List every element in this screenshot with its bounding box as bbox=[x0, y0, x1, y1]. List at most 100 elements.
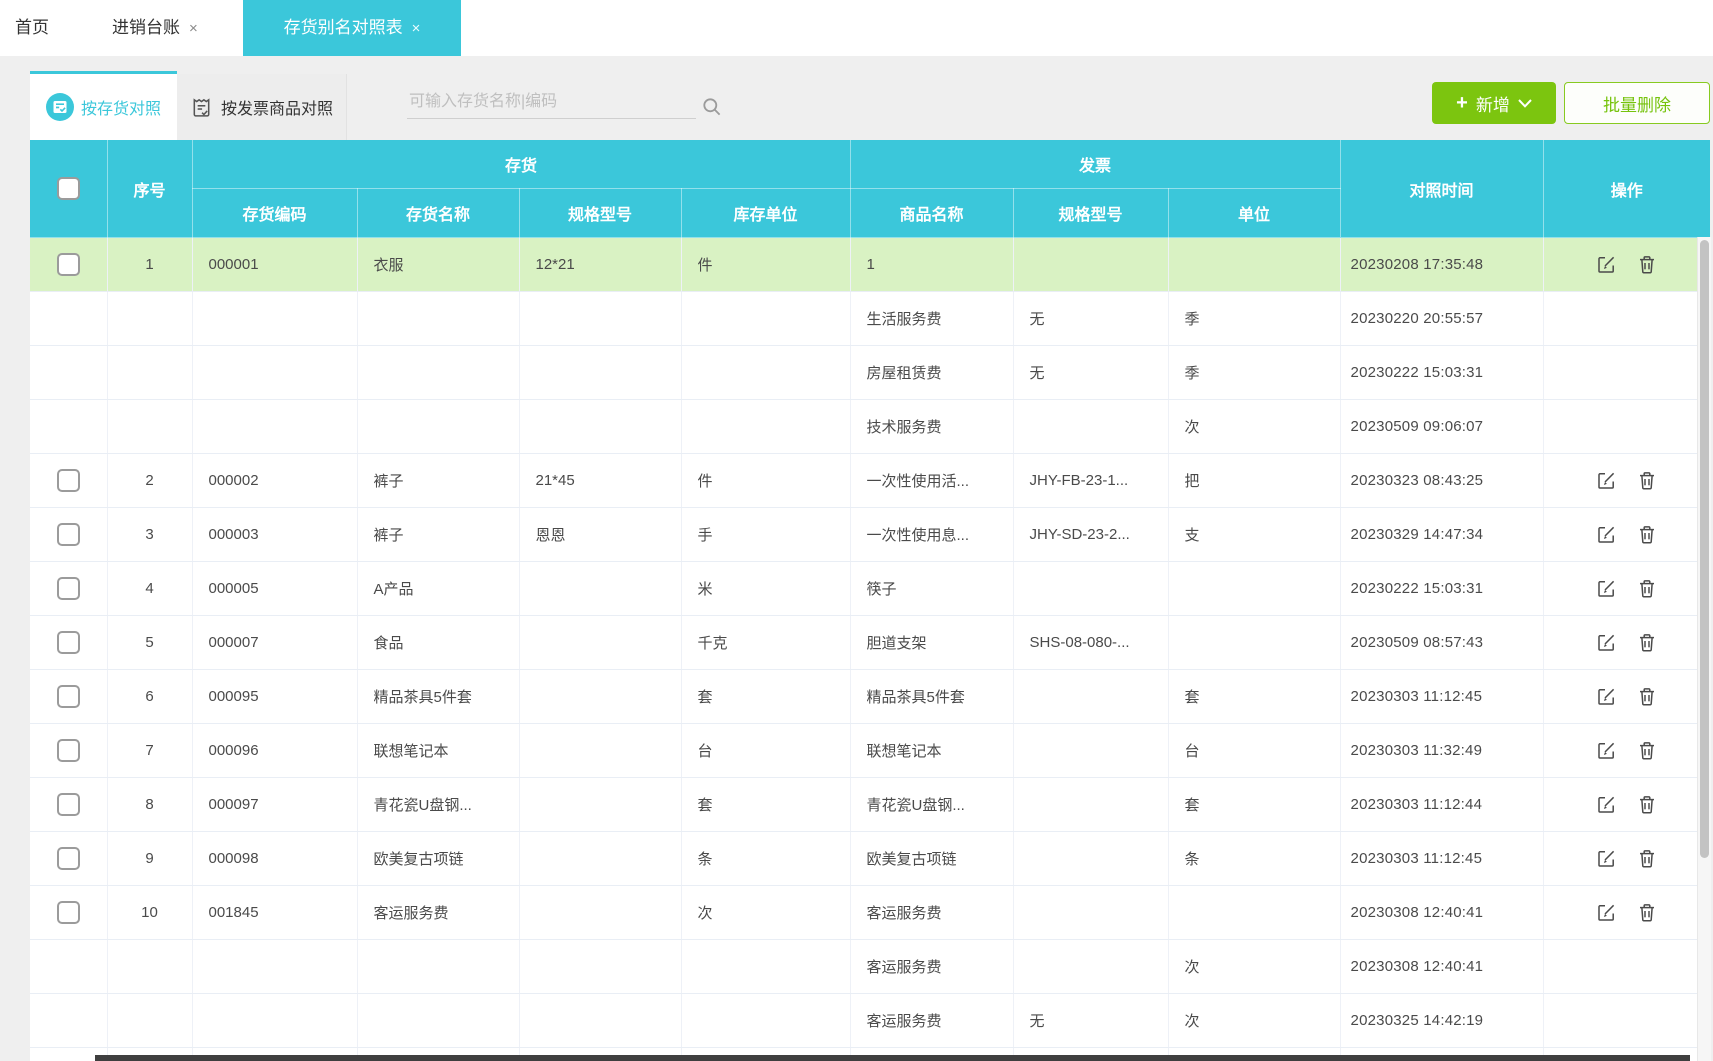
cell-product-spec: JHY-FB-23-1... bbox=[1013, 453, 1169, 508]
edit-icon[interactable] bbox=[1597, 795, 1616, 814]
delete-icon[interactable] bbox=[1638, 471, 1656, 490]
plus-icon: + bbox=[1456, 91, 1468, 114]
tab-ledger[interactable]: 进销台账 × bbox=[112, 0, 198, 56]
tab-inventory-alias[interactable]: 存货别名对照表 × bbox=[243, 0, 461, 56]
cell-inventory-code bbox=[192, 993, 358, 1048]
subtab-by-invoice[interactable]: 按发票商品对照 bbox=[177, 74, 347, 140]
search-input[interactable] bbox=[407, 86, 696, 119]
cell-seq: 10 bbox=[107, 885, 193, 940]
row-select-cell bbox=[30, 507, 108, 562]
tab-home[interactable]: 首页 bbox=[15, 0, 49, 56]
delete-icon[interactable] bbox=[1638, 255, 1656, 274]
header-inv-name: 存货名称 bbox=[357, 188, 520, 238]
edit-icon[interactable] bbox=[1597, 687, 1616, 706]
chevron-down-icon bbox=[1518, 98, 1532, 108]
cell-product-unit: 次 bbox=[1168, 399, 1341, 454]
cell-product-name: 生活服务费 bbox=[850, 291, 1014, 346]
table-row: 8 000097 青花瓷U盘钢... 套青花瓷U盘钢... 套 20230303 11:1… bbox=[30, 777, 1710, 832]
table-row: 客运服务费 次 20230308 12:40:41 bbox=[30, 939, 1710, 994]
select-all-checkbox[interactable] bbox=[56, 177, 80, 200]
cell-inventory-unit bbox=[681, 291, 851, 346]
table-row: 4 000005 A产品 米筷子 20230222 15:03:31 bbox=[30, 561, 1710, 616]
edit-icon[interactable] bbox=[1597, 525, 1616, 544]
delete-icon[interactable] bbox=[1638, 903, 1656, 922]
delete-icon[interactable] bbox=[1638, 795, 1656, 814]
batch-delete-button[interactable]: 批量删除 bbox=[1564, 82, 1710, 124]
cell-inventory-code: 000007 bbox=[192, 615, 358, 670]
cell-compare-time: 20230323 08:43:25 bbox=[1340, 453, 1544, 508]
row-actions-cell bbox=[1543, 669, 1710, 724]
row-checkbox[interactable] bbox=[56, 631, 80, 654]
row-actions-cell bbox=[1543, 399, 1710, 454]
cell-seq: 5 bbox=[107, 615, 193, 670]
row-checkbox[interactable] bbox=[56, 523, 80, 546]
cell-inventory-spec bbox=[519, 831, 682, 886]
delete-icon[interactable] bbox=[1638, 849, 1656, 868]
subtab-by-inventory[interactable]: 按存货对照 bbox=[30, 71, 177, 140]
vertical-scrollbar[interactable] bbox=[1697, 237, 1711, 1061]
bottom-edge-strip bbox=[95, 1055, 1690, 1061]
close-icon[interactable]: × bbox=[412, 20, 421, 37]
row-checkbox[interactable] bbox=[56, 469, 80, 492]
row-checkbox[interactable] bbox=[56, 793, 80, 816]
row-select-cell bbox=[30, 399, 108, 454]
cell-product-name: 欧美复古项链 bbox=[850, 831, 1014, 886]
add-button[interactable]: + 新增 bbox=[1432, 82, 1556, 124]
table-body: 1 000001 衣服 12*21 件 1 20230208 17:35:48 生活服务费无季… bbox=[30, 237, 1710, 1061]
cell-product-unit bbox=[1168, 885, 1341, 940]
cell-compare-time: 20230325 14:42:19 bbox=[1340, 993, 1544, 1048]
delete-icon[interactable] bbox=[1638, 687, 1656, 706]
cell-inventory-name bbox=[357, 291, 520, 346]
row-select-cell bbox=[30, 237, 108, 292]
cell-product-spec bbox=[1013, 723, 1169, 778]
cell-inventory-name: 裤子 bbox=[357, 453, 520, 508]
cell-product-spec: SHS-08-080-... bbox=[1013, 615, 1169, 670]
row-actions-cell bbox=[1543, 507, 1710, 562]
cell-inventory-unit bbox=[681, 345, 851, 400]
row-checkbox[interactable] bbox=[56, 685, 80, 708]
table-row: 2 000002 裤子 21*45 件一次性使用活... JHY-FB-23-1... 把 2… bbox=[30, 453, 1710, 508]
row-actions-cell bbox=[1543, 723, 1710, 778]
row-select-cell bbox=[30, 831, 108, 886]
edit-icon[interactable] bbox=[1597, 903, 1616, 922]
row-checkbox[interactable] bbox=[56, 253, 80, 276]
cell-seq: 6 bbox=[107, 669, 193, 724]
row-actions-cell bbox=[1543, 453, 1710, 508]
edit-icon[interactable] bbox=[1597, 471, 1616, 490]
row-select-cell bbox=[30, 993, 108, 1048]
delete-icon[interactable] bbox=[1638, 741, 1656, 760]
edit-icon[interactable] bbox=[1597, 255, 1616, 274]
edit-icon[interactable] bbox=[1597, 741, 1616, 760]
cell-product-unit: 套 bbox=[1168, 777, 1341, 832]
row-actions-cell bbox=[1543, 993, 1710, 1048]
cell-compare-time: 20230303 11:12:45 bbox=[1340, 669, 1544, 724]
cell-inventory-name bbox=[357, 345, 520, 400]
row-checkbox[interactable] bbox=[56, 901, 80, 924]
delete-icon[interactable] bbox=[1638, 579, 1656, 598]
edit-icon[interactable] bbox=[1597, 579, 1616, 598]
row-checkbox[interactable] bbox=[56, 847, 80, 870]
cell-compare-time: 20230208 17:35:48 bbox=[1340, 237, 1544, 292]
row-checkbox[interactable] bbox=[56, 739, 80, 762]
cell-product-name: 一次性使用息... bbox=[850, 507, 1014, 562]
header-seq: 序号 bbox=[107, 140, 193, 238]
search-icon[interactable] bbox=[701, 96, 723, 118]
delete-icon[interactable] bbox=[1638, 525, 1656, 544]
cell-inventory-spec: 12*21 bbox=[519, 237, 682, 292]
cell-product-name: 客运服务费 bbox=[850, 885, 1014, 940]
cell-compare-time: 20230308 12:40:41 bbox=[1340, 885, 1544, 940]
edit-icon[interactable] bbox=[1597, 849, 1616, 868]
cell-inventory-name bbox=[357, 939, 520, 994]
close-icon[interactable]: × bbox=[189, 20, 198, 37]
scrollbar-thumb[interactable] bbox=[1700, 240, 1709, 858]
header-actions: 操作 bbox=[1543, 140, 1710, 238]
cell-inventory-spec bbox=[519, 777, 682, 832]
edit-icon[interactable] bbox=[1597, 633, 1616, 652]
cell-inventory-spec bbox=[519, 615, 682, 670]
delete-icon[interactable] bbox=[1638, 633, 1656, 652]
cell-seq bbox=[107, 993, 193, 1048]
cell-inventory-name bbox=[357, 399, 520, 454]
subtab-by-inventory-label: 按存货对照 bbox=[80, 101, 161, 118]
table-row: 10 001845 客运服务费次客运服务费 20230308 12:40:41 bbox=[30, 885, 1710, 940]
row-checkbox[interactable] bbox=[56, 577, 80, 600]
